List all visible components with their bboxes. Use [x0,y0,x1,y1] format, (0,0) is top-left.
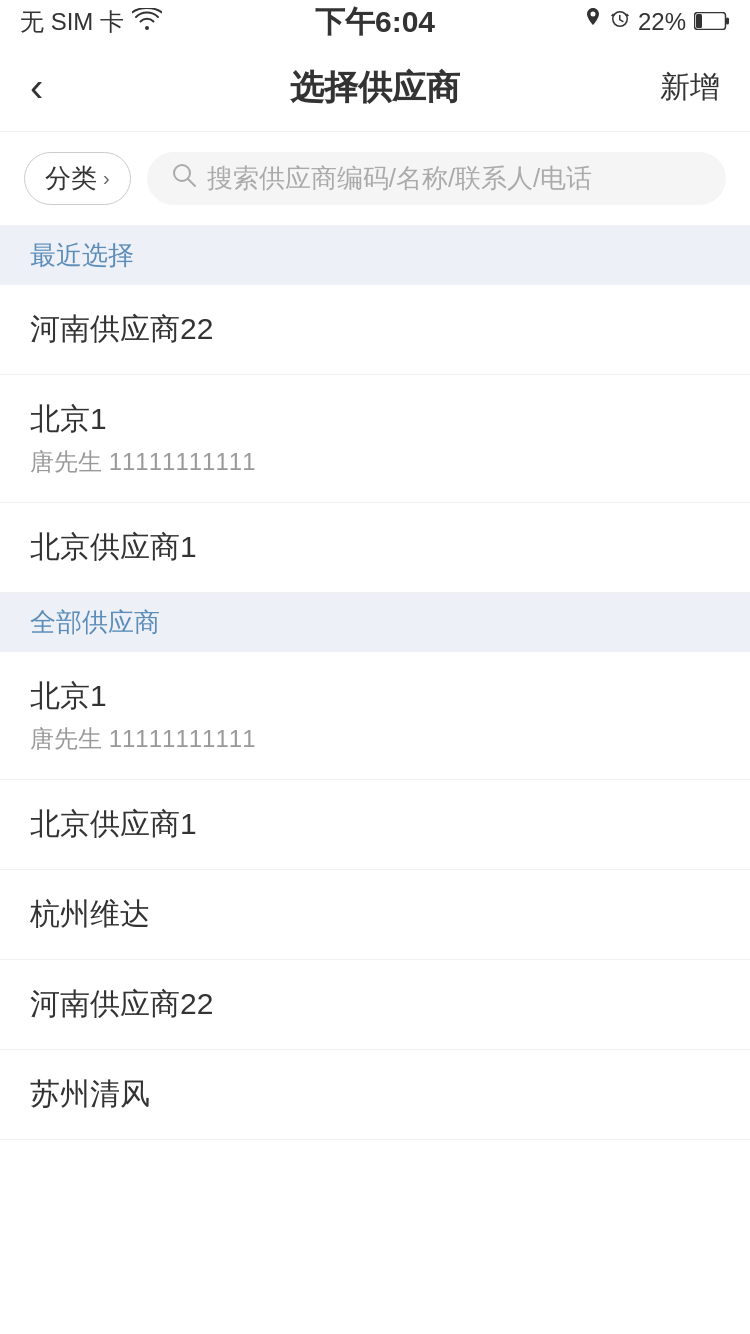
category-label: 分类 [45,161,97,196]
recent-section-header: 最近选择 [0,226,750,285]
status-left: 无 SIM 卡 [20,6,162,38]
status-bar: 无 SIM 卡 下午6:04 22% [0,0,750,44]
recent-section-label: 最近选择 [30,240,134,270]
back-button[interactable]: ‹ [30,65,110,110]
item-name: 苏州清风 [30,1074,720,1115]
search-input[interactable] [207,163,702,194]
svg-rect-1 [696,14,702,28]
all-list-item[interactable]: 北京供应商1 [0,780,750,870]
recent-list-item[interactable]: 河南供应商22 [0,285,750,375]
svg-rect-2 [726,18,729,25]
all-list-item[interactable]: 苏州清风 [0,1050,750,1140]
all-items-list: 北京1 唐先生 11111111111 北京供应商1 杭州维达河南供应商22 苏州清风 [0,652,750,1140]
recent-list-item[interactable]: 北京供应商1 [0,503,750,593]
all-section-label: 全部供应商 [30,607,160,637]
alarm-icon [610,8,630,36]
search-icon [171,162,197,195]
page-title: 选择供应商 [290,65,460,111]
nav-bar: ‹ 选择供应商 新增 [0,44,750,132]
filter-bar: 分类 › [0,132,750,226]
recent-list-item[interactable]: 北京1 唐先生 11111111111 [0,375,750,503]
item-name: 杭州维达 [30,894,720,935]
item-name: 北京供应商1 [30,804,720,845]
item-name: 河南供应商22 [30,309,720,350]
carrier-text: 无 SIM 卡 [20,6,124,38]
wifi-icon [132,8,162,36]
svg-line-4 [188,179,195,186]
location-icon [584,8,602,36]
all-list-item[interactable]: 北京1 唐先生 11111111111 [0,652,750,780]
battery-text: 22% [638,8,686,36]
chevron-right-icon: › [103,167,110,190]
all-list-item[interactable]: 河南供应商22 [0,960,750,1050]
item-sub: 唐先生 11111111111 [30,446,720,478]
search-box [147,152,726,205]
item-sub: 唐先生 11111111111 [30,723,720,755]
battery-icon [694,8,730,36]
status-right: 22% [584,8,730,36]
status-time: 下午6:04 [315,2,435,43]
category-filter[interactable]: 分类 › [24,152,131,205]
item-name: 北京1 [30,676,720,717]
all-list-item[interactable]: 杭州维达 [0,870,750,960]
all-section-header: 全部供应商 [0,593,750,652]
item-name: 河南供应商22 [30,984,720,1025]
item-name: 北京供应商1 [30,527,720,568]
item-name: 北京1 [30,399,720,440]
add-button[interactable]: 新增 [640,67,720,108]
recent-items-list: 河南供应商22 北京1 唐先生 11111111111 北京供应商1 [0,285,750,593]
